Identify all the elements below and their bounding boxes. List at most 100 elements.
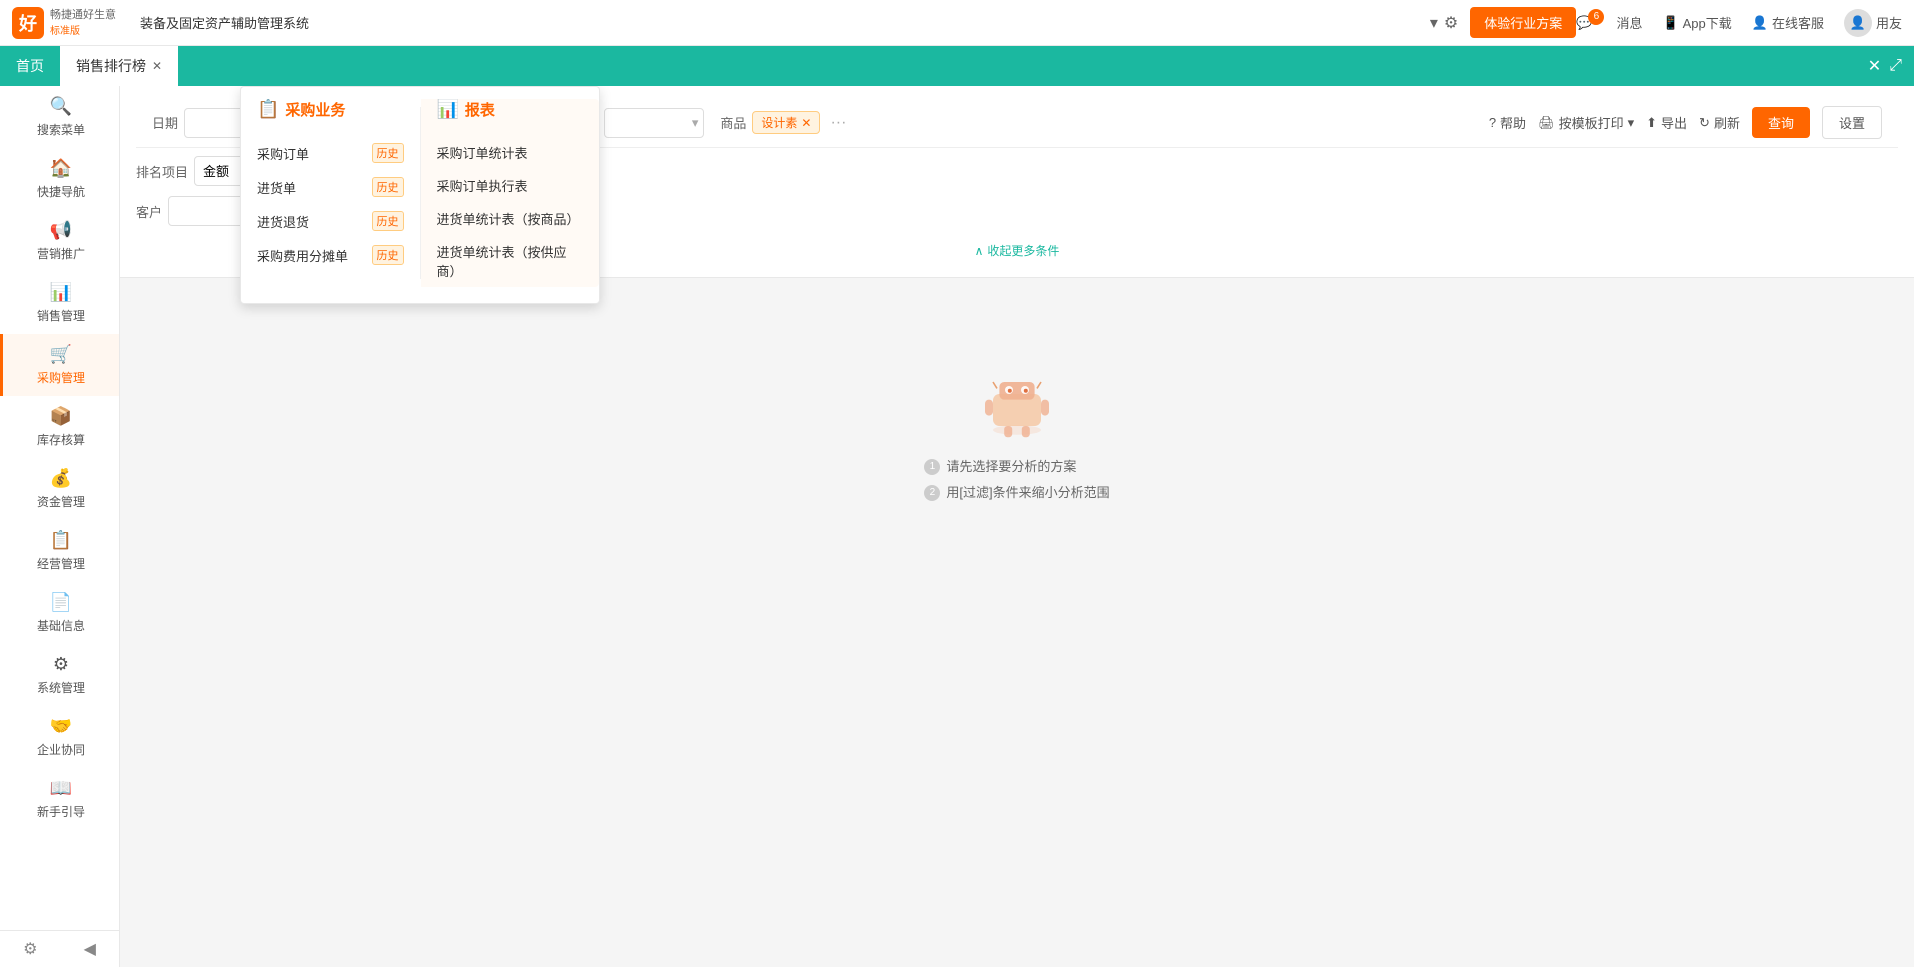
sidebar-label-search: 搜索菜单	[37, 121, 85, 138]
finance-icon: 💰	[50, 468, 72, 489]
goods-tag-label: 设计素	[761, 114, 797, 131]
online-service-label: 在线客服	[1772, 13, 1824, 32]
help-label: 帮助	[1500, 113, 1526, 132]
sidebar-item-collab[interactable]: 🤝 企业协同	[0, 706, 119, 768]
tab-home[interactable]: 首页	[0, 46, 60, 86]
user-item[interactable]: 👤 用友	[1844, 9, 1902, 37]
sidebar-label-inventory: 库存核算	[37, 431, 85, 448]
refresh-button[interactable]: ↻ 刷新	[1699, 113, 1740, 132]
empty-illustration	[967, 358, 1067, 438]
online-service-item[interactable]: 👤 在线客服	[1752, 13, 1824, 32]
basic-icon: 📄	[50, 592, 72, 613]
goods-tag-area: 设计素 ✕	[752, 111, 820, 134]
gear-icon[interactable]: ⚙	[1444, 13, 1458, 33]
purchase-order-history[interactable]: 历史	[372, 143, 404, 163]
return-history[interactable]: 历史	[372, 211, 404, 231]
sidebar-label-collab: 企业协同	[37, 741, 85, 758]
tab-maximize-icon[interactable]: ⤢	[1889, 57, 1902, 75]
sidebar: 🔍 搜索菜单 🏠 快捷导航 📢 营销推广 📊 销售管理 🛒 采购管理 📦 库存核…	[0, 86, 120, 967]
sidebar-item-marketing[interactable]: 📢 营销推广	[0, 210, 119, 272]
export-icon: ⬆	[1646, 115, 1657, 131]
industry-button[interactable]: 体验行业方案	[1470, 7, 1576, 38]
sidebar-item-nav[interactable]: 🏠 快捷导航	[0, 148, 119, 210]
tab-actions: ✕ ⤢	[1868, 56, 1914, 76]
search-button[interactable]: 查询	[1752, 107, 1810, 138]
report-icon: 📊	[437, 99, 459, 120]
sidebar-label-basic: 基础信息	[37, 617, 85, 634]
app-download-label: App下载	[1683, 13, 1732, 32]
sidebar-label-operation: 经营管理	[37, 555, 85, 572]
sidebar-item-operation[interactable]: 📋 经营管理	[0, 520, 119, 582]
purchase-icon: 🛒	[50, 344, 72, 365]
dropdown-item-return[interactable]: 进货退货 历史	[257, 204, 404, 238]
help-icon: ?	[1489, 115, 1496, 130]
sales-icon: 📊	[50, 282, 72, 303]
refresh-label: 刷新	[1714, 113, 1740, 132]
dropdown-item-expense[interactable]: 采购费用分摊单 历史	[257, 238, 404, 272]
dropdown-item-stock-in[interactable]: 进货单 历史	[257, 170, 404, 204]
print-chevron: ▾	[1628, 115, 1635, 131]
ranking-label: 排名项目	[136, 162, 188, 181]
tab-home-label: 首页	[16, 56, 44, 76]
empty-step-1: 1 请先选择要分析的方案	[924, 454, 1109, 480]
content-area: 📋 采购业务 采购订单 历史 进货单 历史 进货退货 历史	[120, 86, 1914, 967]
sidebar-item-purchase[interactable]: 🛒 采购管理	[0, 334, 119, 396]
service-icon: 👤	[1752, 15, 1768, 31]
goods-tag-close[interactable]: ✕	[801, 116, 811, 130]
top-right: 💬 App下载 6 消息 📱 App下载 👤 在线客服 👤 用友	[1576, 9, 1902, 37]
sidebar-label-guide: 新手引导	[37, 803, 85, 820]
expense-label: 采购费用分摊单	[257, 246, 348, 265]
expense-history[interactable]: 历史	[372, 245, 404, 265]
sidebar-item-system[interactable]: ⚙ 系统管理	[0, 644, 119, 706]
stock-in-history[interactable]: 历史	[372, 177, 404, 197]
empty-line2: 用[过滤]条件来缩小分析范围	[946, 480, 1109, 506]
avatar: 👤	[1844, 9, 1872, 37]
settings-button[interactable]: 设置	[1822, 106, 1882, 139]
toolbar-right: ? 帮助 🖨 按模板打印 ▾ ⬆ 导出 ↻ 刷新	[1489, 106, 1882, 139]
dropdown-col-report: 📊 报表 采购订单统计表 采购订单执行表 进货单统计表（按商品） 进货单统计表（…	[421, 99, 600, 287]
settings-dropdown-icon[interactable]: ▾	[1430, 13, 1438, 33]
return-label: 进货退货	[257, 212, 309, 231]
stock-in-label: 进货单	[257, 178, 296, 197]
step-1-num: 1	[924, 459, 940, 475]
marketing-icon: 📢	[50, 220, 72, 241]
logo-text: 畅捷通好生意	[50, 8, 116, 22]
dropdown-item-stockin-by-supplier[interactable]: 进货单统计表（按供应商）	[437, 235, 584, 287]
tab-close-window-icon[interactable]: ✕	[1868, 56, 1881, 76]
print-button[interactable]: 🖨 按模板打印 ▾	[1538, 113, 1634, 132]
main-layout: 🔍 搜索菜单 🏠 快捷导航 📢 营销推广 📊 销售管理 🛒 采购管理 📦 库存核…	[0, 86, 1914, 967]
system-title: 装备及固定资产辅助管理系统	[140, 13, 1430, 32]
sidebar-item-guide[interactable]: 📖 新手引导	[0, 768, 119, 830]
report-label: 报表	[465, 99, 495, 120]
app-download-item[interactable]: 📱 App下载	[1662, 13, 1731, 32]
logo-badge: 标准版	[50, 22, 116, 37]
goods-label: 商品	[720, 113, 746, 132]
dropdown-item-order-stats[interactable]: 采购订单统计表	[437, 136, 584, 169]
home-icon: 🏠	[50, 158, 72, 179]
doc-status-select[interactable]	[604, 108, 704, 138]
goods-more-icon[interactable]: ···	[830, 114, 846, 132]
dropdown-item-order-exec[interactable]: 采购订单执行表	[437, 169, 584, 202]
sidebar-item-search[interactable]: 🔍 搜索菜单	[0, 86, 119, 148]
sidebar-label-purchase: 采购管理	[37, 369, 85, 386]
dropdown-header-purchase: 📋 采购业务	[257, 99, 404, 126]
sidebar-settings-icon[interactable]: ⚙	[23, 939, 37, 959]
print-icon: 🖨	[1538, 115, 1555, 131]
dropdown-columns: 📋 采购业务 采购订单 历史 进货单 历史 进货退货 历史	[241, 99, 599, 287]
help-button[interactable]: ? 帮助	[1489, 113, 1526, 132]
dropdown-col-purchase: 📋 采购业务 采购订单 历史 进货单 历史 进货退货 历史	[241, 99, 420, 287]
sidebar-bottom: ⚙ ◀	[0, 930, 119, 967]
top-bar: 好 畅捷通好生意 标准版 装备及固定资产辅助管理系统 ▾ ⚙ 体验行业方案 💬 …	[0, 0, 1914, 46]
sidebar-item-finance[interactable]: 💰 资金管理	[0, 458, 119, 520]
notification-item[interactable]: 💬 App下载 6 消息	[1576, 13, 1642, 32]
dropdown-item-stockin-by-goods[interactable]: 进货单统计表（按商品）	[437, 202, 584, 235]
export-button[interactable]: ⬆ 导出	[1646, 113, 1687, 132]
sidebar-item-sales[interactable]: 📊 销售管理	[0, 272, 119, 334]
sidebar-collapse-icon[interactable]: ◀	[84, 939, 96, 959]
tab-close-icon[interactable]: ✕	[152, 59, 162, 73]
sidebar-item-inventory[interactable]: 📦 库存核算	[0, 396, 119, 458]
tab-bar: 首页 销售排行榜 ✕ ✕ ⤢	[0, 46, 1914, 86]
dropdown-item-purchase-order[interactable]: 采购订单 历史	[257, 136, 404, 170]
sidebar-item-basic[interactable]: 📄 基础信息	[0, 582, 119, 644]
tab-sales-ranking[interactable]: 销售排行榜 ✕	[60, 46, 178, 86]
